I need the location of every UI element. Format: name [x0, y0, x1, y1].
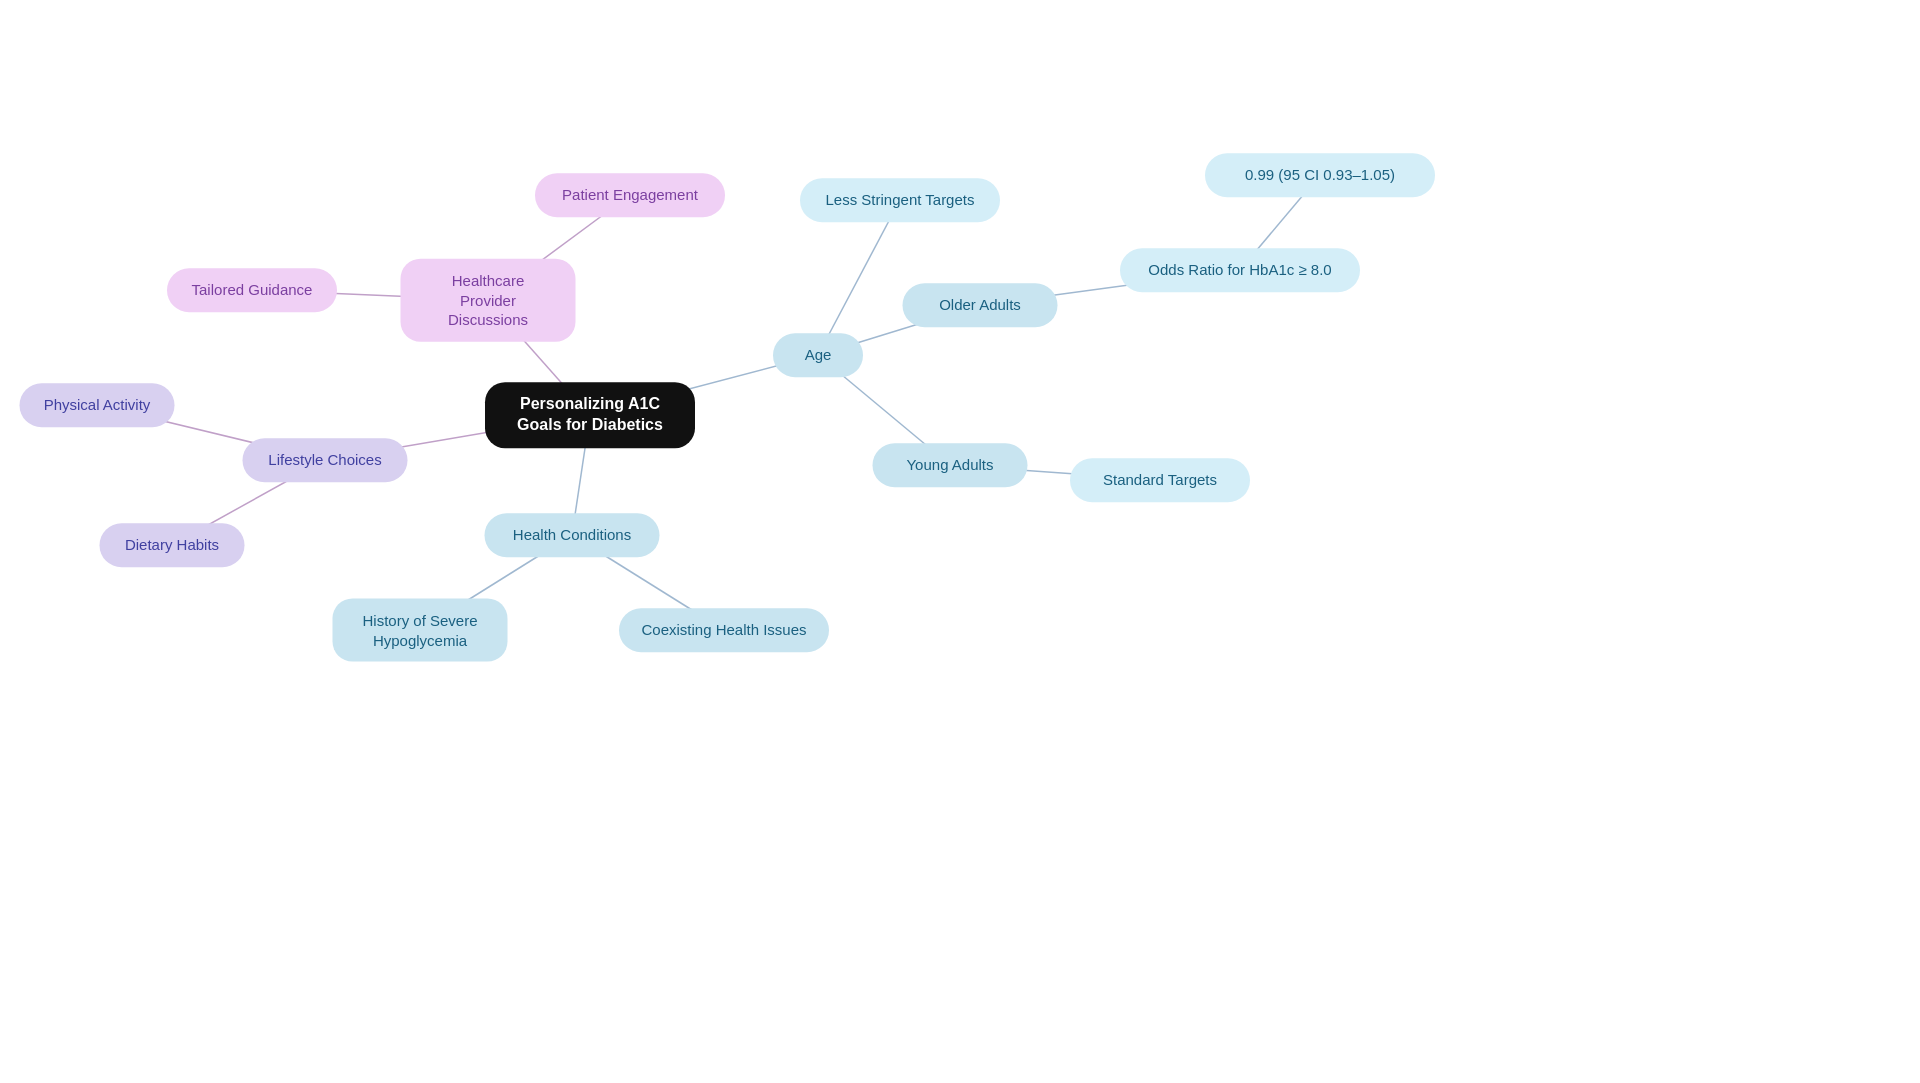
center-node[interactable]: Personalizing A1C Goals for Diabetics [485, 382, 695, 448]
health-conditions-node[interactable]: Health Conditions [485, 513, 660, 557]
svg-line-12 [818, 200, 900, 355]
healthcare-provider-node[interactable]: Healthcare Provider Discussions [401, 259, 576, 342]
lifestyle-choices-node[interactable]: Lifestyle Choices [243, 438, 408, 482]
coexisting-node[interactable]: Coexisting Health Issues [619, 608, 829, 652]
standard-targets-node[interactable]: Standard Targets [1070, 458, 1250, 502]
dietary-habits-node[interactable]: Dietary Habits [100, 523, 245, 567]
age-node[interactable]: Age [773, 333, 863, 377]
connection-lines [0, 0, 1920, 1083]
physical-activity-node[interactable]: Physical Activity [20, 383, 175, 427]
older-adults-node[interactable]: Older Adults [903, 283, 1058, 327]
odds-ratio-node[interactable]: Odds Ratio for HbA1c ≥ 8.0 [1120, 248, 1360, 292]
patient-engagement-node[interactable]: Patient Engagement [535, 173, 725, 217]
tailored-guidance-node[interactable]: Tailored Guidance [167, 268, 337, 312]
less-stringent-node[interactable]: Less Stringent Targets [800, 178, 1000, 222]
history-severe-node[interactable]: History of Severe Hypoglycemia [333, 599, 508, 662]
young-adults-node[interactable]: Young Adults [873, 443, 1028, 487]
ci-value-node[interactable]: 0.99 (95 CI 0.93–1.05) [1205, 153, 1435, 197]
mind-map: Personalizing A1C Goals for Diabetics Pa… [0, 0, 1920, 1083]
